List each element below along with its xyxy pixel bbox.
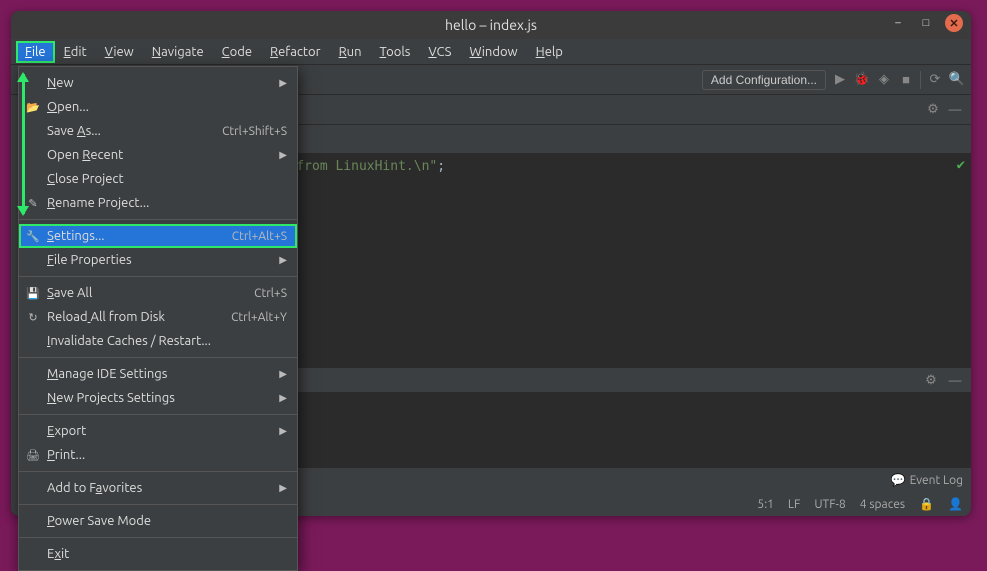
menu-help[interactable]: Help xyxy=(528,42,571,62)
submenu-arrow-icon: ▶ xyxy=(279,392,287,404)
menu-item-label: File Properties xyxy=(47,253,273,267)
menu-item-power-save-mode[interactable]: Power Save Mode xyxy=(19,509,297,533)
menu-item-settings[interactable]: 🔧 Settings... Ctrl+Alt+S xyxy=(19,224,297,248)
annotation-arrow xyxy=(22,74,25,214)
shortcut: Ctrl+Alt+Y xyxy=(231,311,287,324)
stop-icon[interactable]: ■ xyxy=(898,72,914,88)
menu-file[interactable]: File xyxy=(17,42,54,62)
menu-item-icon: 📂 xyxy=(25,101,41,114)
hide-icon[interactable]: — xyxy=(947,373,963,389)
menu-view[interactable]: View xyxy=(97,42,142,62)
caret-position[interactable]: 5:1 xyxy=(757,498,774,511)
encoding[interactable]: UTF-8 xyxy=(814,498,845,511)
menu-item-exit[interactable]: Exit xyxy=(19,542,297,566)
gear-icon[interactable]: ⚙ xyxy=(923,373,939,389)
separator xyxy=(920,71,921,89)
menu-item-label: Save All xyxy=(47,286,248,300)
menu-item-open-recent[interactable]: Open Recent ▶ xyxy=(19,143,297,167)
search-icon[interactable]: 🔍 xyxy=(949,72,965,88)
menu-tools[interactable]: Tools xyxy=(372,42,419,62)
menu-run[interactable]: Run xyxy=(331,42,370,62)
menu-item-label: Exit xyxy=(47,547,287,561)
menu-navigate[interactable]: Navigate xyxy=(144,42,212,62)
menu-item-icon: 🖨 xyxy=(25,449,41,462)
menu-item-new-projects-settings[interactable]: New Projects Settings ▶ xyxy=(19,386,297,410)
submenu-arrow-icon: ▶ xyxy=(279,368,287,380)
menu-item-label: Settings... xyxy=(47,229,226,243)
menu-item-label: Open... xyxy=(47,100,287,114)
debug-icon[interactable]: 🐞 xyxy=(854,72,870,88)
indent[interactable]: 4 spaces xyxy=(860,498,905,511)
menu-item-open[interactable]: 📂 Open... xyxy=(19,95,297,119)
submenu-arrow-icon: ▶ xyxy=(279,254,287,266)
menu-refactor[interactable]: Refactor xyxy=(262,42,329,62)
event-log-label: Event Log xyxy=(910,474,963,487)
window-title: hello – index.js xyxy=(445,17,537,33)
submenu-arrow-icon: ▶ xyxy=(279,149,287,161)
gear-icon[interactable]: ⚙ xyxy=(925,102,941,118)
menu-vcs[interactable]: VCS xyxy=(420,42,459,62)
minimize-button[interactable]: – xyxy=(889,14,907,32)
lock-icon[interactable]: 🔒 xyxy=(919,497,934,511)
menu-item-label: Manage IDE Settings xyxy=(47,367,273,381)
run-icon[interactable]: ▶ xyxy=(832,72,848,88)
close-button[interactable]: ✕ xyxy=(945,14,963,32)
titlebar: hello – index.js – □ ✕ xyxy=(11,11,971,39)
inspector-icon[interactable]: 👤 xyxy=(948,497,963,511)
menu-item-label: Open Recent xyxy=(47,148,273,162)
submenu-arrow-icon: ▶ xyxy=(279,77,287,89)
semi: ; xyxy=(437,159,445,174)
menu-item-export[interactable]: Export ▶ xyxy=(19,419,297,443)
menu-item-manage-ide-settings[interactable]: Manage IDE Settings ▶ xyxy=(19,362,297,386)
maximize-button[interactable]: □ xyxy=(917,14,935,32)
menu-item-rename-project[interactable]: ✎Rename Project... xyxy=(19,191,297,215)
menu-item-close-project[interactable]: Close Project xyxy=(19,167,297,191)
menu-item-invalidate-caches-restart[interactable]: Invalidate Caches / Restart... xyxy=(19,329,297,353)
collapse-icon[interactable]: — xyxy=(947,102,963,118)
line-ending[interactable]: LF xyxy=(788,498,800,511)
menu-item-new[interactable]: New ▶ xyxy=(19,71,297,95)
menu-item-label: Rename Project... xyxy=(47,196,287,210)
shortcut: Ctrl+Shift+S xyxy=(222,125,287,138)
event-log-button[interactable]: 💬 Event Log xyxy=(891,473,963,487)
menu-item-label: Export xyxy=(47,424,273,438)
menu-item-label: New xyxy=(47,76,273,90)
menu-item-label: New Projects Settings xyxy=(47,391,273,405)
menu-item-label: Power Save Mode xyxy=(47,514,287,528)
update-icon[interactable]: ⟳ xyxy=(927,72,943,88)
menu-item-label: Invalidate Caches / Restart... xyxy=(47,334,287,348)
coverage-icon[interactable]: ◈ xyxy=(876,72,892,88)
menu-item-print[interactable]: 🖨 Print... xyxy=(19,443,297,467)
menu-item-icon: 💾 xyxy=(25,287,41,300)
menu-item-label: Reload All from Disk xyxy=(47,310,225,324)
menu-item-label: Save As... xyxy=(47,124,216,138)
menu-item-add-to-favorites[interactable]: Add to Favorites ▶ xyxy=(19,476,297,500)
menu-item-label: Close Project xyxy=(47,172,287,186)
add-configuration-button[interactable]: Add Configuration... xyxy=(702,70,826,90)
menu-edit[interactable]: Edit xyxy=(56,42,95,62)
menu-code[interactable]: Code xyxy=(214,42,260,62)
menu-item-file-properties[interactable]: File Properties ▶ xyxy=(19,248,297,272)
menu-item-save-as[interactable]: Save As... Ctrl+Shift+S xyxy=(19,119,297,143)
menu-item-icon: 🔧 xyxy=(25,230,41,243)
menu-item-save-all[interactable]: 💾 Save All Ctrl+S xyxy=(19,281,297,305)
analysis-ok-icon: ✔ xyxy=(957,157,965,173)
menu-window[interactable]: Window xyxy=(461,42,525,62)
menu-item-reload-all-from-disk[interactable]: ↻ Reload All from Disk Ctrl+Alt+Y xyxy=(19,305,297,329)
file-menu-dropdown[interactable]: New ▶ 📂 Open... Save As... Ctrl+Shift+S Open R… xyxy=(18,66,298,571)
menu-item-label: Print... xyxy=(47,448,287,462)
shortcut: Ctrl+Alt+S xyxy=(232,230,287,243)
shortcut: Ctrl+S xyxy=(254,287,287,300)
menubar: FileEditViewNavigateCodeRefactorRunTools… xyxy=(11,39,971,65)
menu-item-label: Add to Favorites xyxy=(47,481,273,495)
menu-item-icon: ↻ xyxy=(25,311,41,324)
submenu-arrow-icon: ▶ xyxy=(279,482,287,494)
submenu-arrow-icon: ▶ xyxy=(279,425,287,437)
